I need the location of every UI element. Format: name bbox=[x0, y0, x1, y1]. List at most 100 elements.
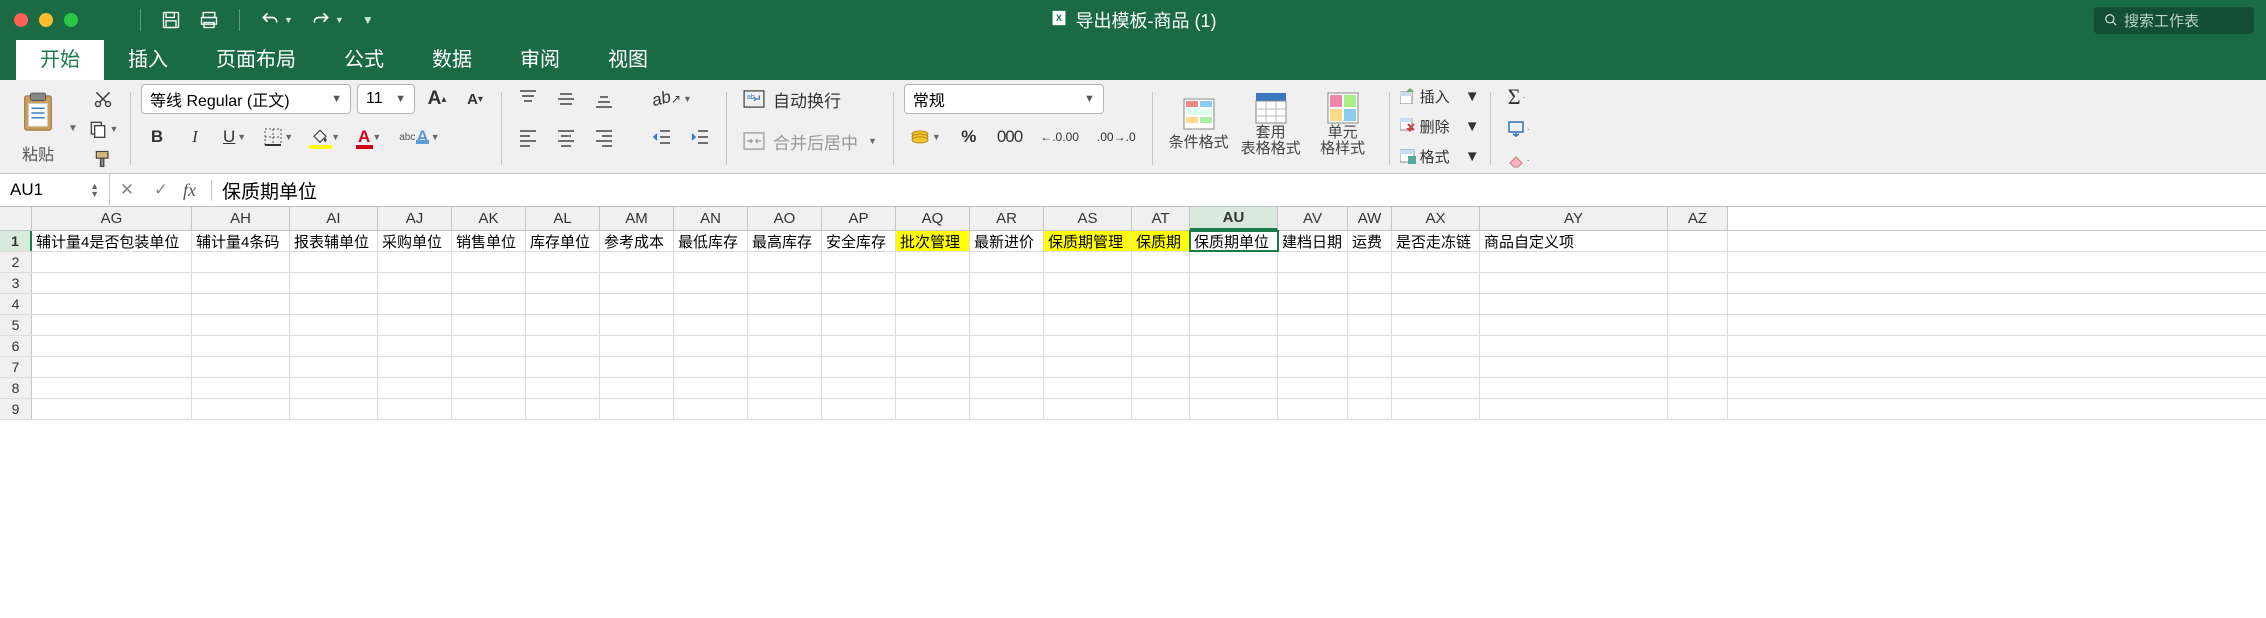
phonetic-button[interactable]: abcA▼ bbox=[393, 122, 445, 152]
cell-AX4[interactable] bbox=[1392, 294, 1480, 314]
cell-AR9[interactable] bbox=[970, 399, 1044, 419]
column-header-AO[interactable]: AO bbox=[748, 207, 822, 230]
cell-AQ8[interactable] bbox=[896, 378, 970, 398]
cell-AJ2[interactable] bbox=[378, 252, 452, 272]
cell-AU1[interactable]: 保质期单位 bbox=[1190, 231, 1278, 251]
confirm-edit-button[interactable]: ✓ bbox=[144, 180, 178, 200]
tab-home[interactable]: 开始 bbox=[16, 35, 104, 80]
cell-AW2[interactable] bbox=[1348, 252, 1392, 272]
tab-formulas[interactable]: 公式 bbox=[320, 35, 408, 80]
autosum-button[interactable]: Σ· bbox=[1501, 84, 1533, 110]
merge-center-button[interactable]: 合并后居中 ▼ bbox=[737, 126, 883, 156]
cell-AM7[interactable] bbox=[600, 357, 674, 377]
cell-AK8[interactable] bbox=[452, 378, 526, 398]
cell-AW3[interactable] bbox=[1348, 273, 1392, 293]
cell-AJ8[interactable] bbox=[378, 378, 452, 398]
cell-AR6[interactable] bbox=[970, 336, 1044, 356]
cell-AU9[interactable] bbox=[1190, 399, 1278, 419]
column-header-AL[interactable]: AL bbox=[526, 207, 600, 230]
cell-AI2[interactable] bbox=[290, 252, 378, 272]
cell-AQ7[interactable] bbox=[896, 357, 970, 377]
cell-AN9[interactable] bbox=[674, 399, 748, 419]
minimize-window-button[interactable] bbox=[39, 13, 53, 27]
cell-AX2[interactable] bbox=[1392, 252, 1480, 272]
cell-AW9[interactable] bbox=[1348, 399, 1392, 419]
cell-AH1[interactable]: 辅计量4条码 bbox=[192, 231, 290, 251]
cell-AM5[interactable] bbox=[600, 315, 674, 335]
cell-AZ5[interactable] bbox=[1668, 315, 1728, 335]
cell-AT3[interactable] bbox=[1132, 273, 1190, 293]
increase-font-button[interactable]: A▴ bbox=[421, 84, 453, 114]
cell-AH7[interactable] bbox=[192, 357, 290, 377]
increase-decimal-button[interactable]: ←.0.00 bbox=[1034, 122, 1085, 152]
cell-AR5[interactable] bbox=[970, 315, 1044, 335]
cell-AS6[interactable] bbox=[1044, 336, 1132, 356]
cell-AL8[interactable] bbox=[526, 378, 600, 398]
cell-AV9[interactable] bbox=[1278, 399, 1348, 419]
cell-AV3[interactable] bbox=[1278, 273, 1348, 293]
save-icon[interactable] bbox=[161, 10, 181, 30]
cell-AT8[interactable] bbox=[1132, 378, 1190, 398]
cell-AI3[interactable] bbox=[290, 273, 378, 293]
copy-button[interactable]: ▼ bbox=[86, 117, 120, 141]
align-top-button[interactable] bbox=[512, 84, 544, 114]
customize-qat-icon[interactable]: ▼ bbox=[362, 13, 374, 27]
cell-AY9[interactable] bbox=[1480, 399, 1668, 419]
cell-AG5[interactable] bbox=[32, 315, 192, 335]
cell-AI5[interactable] bbox=[290, 315, 378, 335]
decrease-decimal-button[interactable]: .00→.0 bbox=[1091, 122, 1142, 152]
cell-AN7[interactable] bbox=[674, 357, 748, 377]
row-header-9[interactable]: 9 bbox=[0, 399, 32, 419]
cell-AJ6[interactable] bbox=[378, 336, 452, 356]
cell-AT5[interactable] bbox=[1132, 315, 1190, 335]
cell-AS9[interactable] bbox=[1044, 399, 1132, 419]
cell-AY5[interactable] bbox=[1480, 315, 1668, 335]
cell-AM9[interactable] bbox=[600, 399, 674, 419]
cell-AR2[interactable] bbox=[970, 252, 1044, 272]
paste-dropdown[interactable]: ▼ bbox=[66, 123, 80, 134]
delete-cells-button[interactable]: 删除 ▼ bbox=[1400, 114, 1480, 138]
cell-AW5[interactable] bbox=[1348, 315, 1392, 335]
formula-input[interactable] bbox=[212, 179, 2266, 201]
redo-icon[interactable]: ▼ bbox=[311, 10, 344, 30]
close-window-button[interactable] bbox=[14, 13, 28, 27]
cell-AS5[interactable] bbox=[1044, 315, 1132, 335]
cell-AT6[interactable] bbox=[1132, 336, 1190, 356]
cell-AJ7[interactable] bbox=[378, 357, 452, 377]
maximize-window-button[interactable] bbox=[64, 13, 78, 27]
column-header-AM[interactable]: AM bbox=[600, 207, 674, 230]
tab-view[interactable]: 视图 bbox=[584, 35, 672, 80]
cancel-edit-button[interactable]: ✕ bbox=[110, 180, 144, 200]
cell-AZ3[interactable] bbox=[1668, 273, 1728, 293]
cell-AI6[interactable] bbox=[290, 336, 378, 356]
row-header-5[interactable]: 5 bbox=[0, 315, 32, 335]
name-box[interactable]: AU1 ▲▼ bbox=[0, 174, 110, 207]
cell-AK3[interactable] bbox=[452, 273, 526, 293]
cell-AU5[interactable] bbox=[1190, 315, 1278, 335]
cell-AM8[interactable] bbox=[600, 378, 674, 398]
cell-AX7[interactable] bbox=[1392, 357, 1480, 377]
cell-AS3[interactable] bbox=[1044, 273, 1132, 293]
cell-AP6[interactable] bbox=[822, 336, 896, 356]
cell-AX5[interactable] bbox=[1392, 315, 1480, 335]
cell-AV1[interactable]: 建档日期 bbox=[1278, 231, 1348, 251]
cell-AP3[interactable] bbox=[822, 273, 896, 293]
cell-AV8[interactable] bbox=[1278, 378, 1348, 398]
cell-AH6[interactable] bbox=[192, 336, 290, 356]
cell-AP8[interactable] bbox=[822, 378, 896, 398]
cell-AZ1[interactable] bbox=[1668, 231, 1728, 251]
column-header-AW[interactable]: AW bbox=[1348, 207, 1392, 230]
align-right-button[interactable] bbox=[588, 122, 620, 152]
font-size-dropdown[interactable]: 11▼ bbox=[357, 84, 415, 114]
cell-AI9[interactable] bbox=[290, 399, 378, 419]
cell-AT4[interactable] bbox=[1132, 294, 1190, 314]
cell-AG9[interactable] bbox=[32, 399, 192, 419]
cell-AR8[interactable] bbox=[970, 378, 1044, 398]
borders-button[interactable]: ▼ bbox=[258, 122, 299, 152]
cell-AR4[interactable] bbox=[970, 294, 1044, 314]
column-header-AZ[interactable]: AZ bbox=[1668, 207, 1728, 230]
column-header-AJ[interactable]: AJ bbox=[378, 207, 452, 230]
cell-AM2[interactable] bbox=[600, 252, 674, 272]
cell-AS8[interactable] bbox=[1044, 378, 1132, 398]
column-header-AX[interactable]: AX bbox=[1392, 207, 1480, 230]
